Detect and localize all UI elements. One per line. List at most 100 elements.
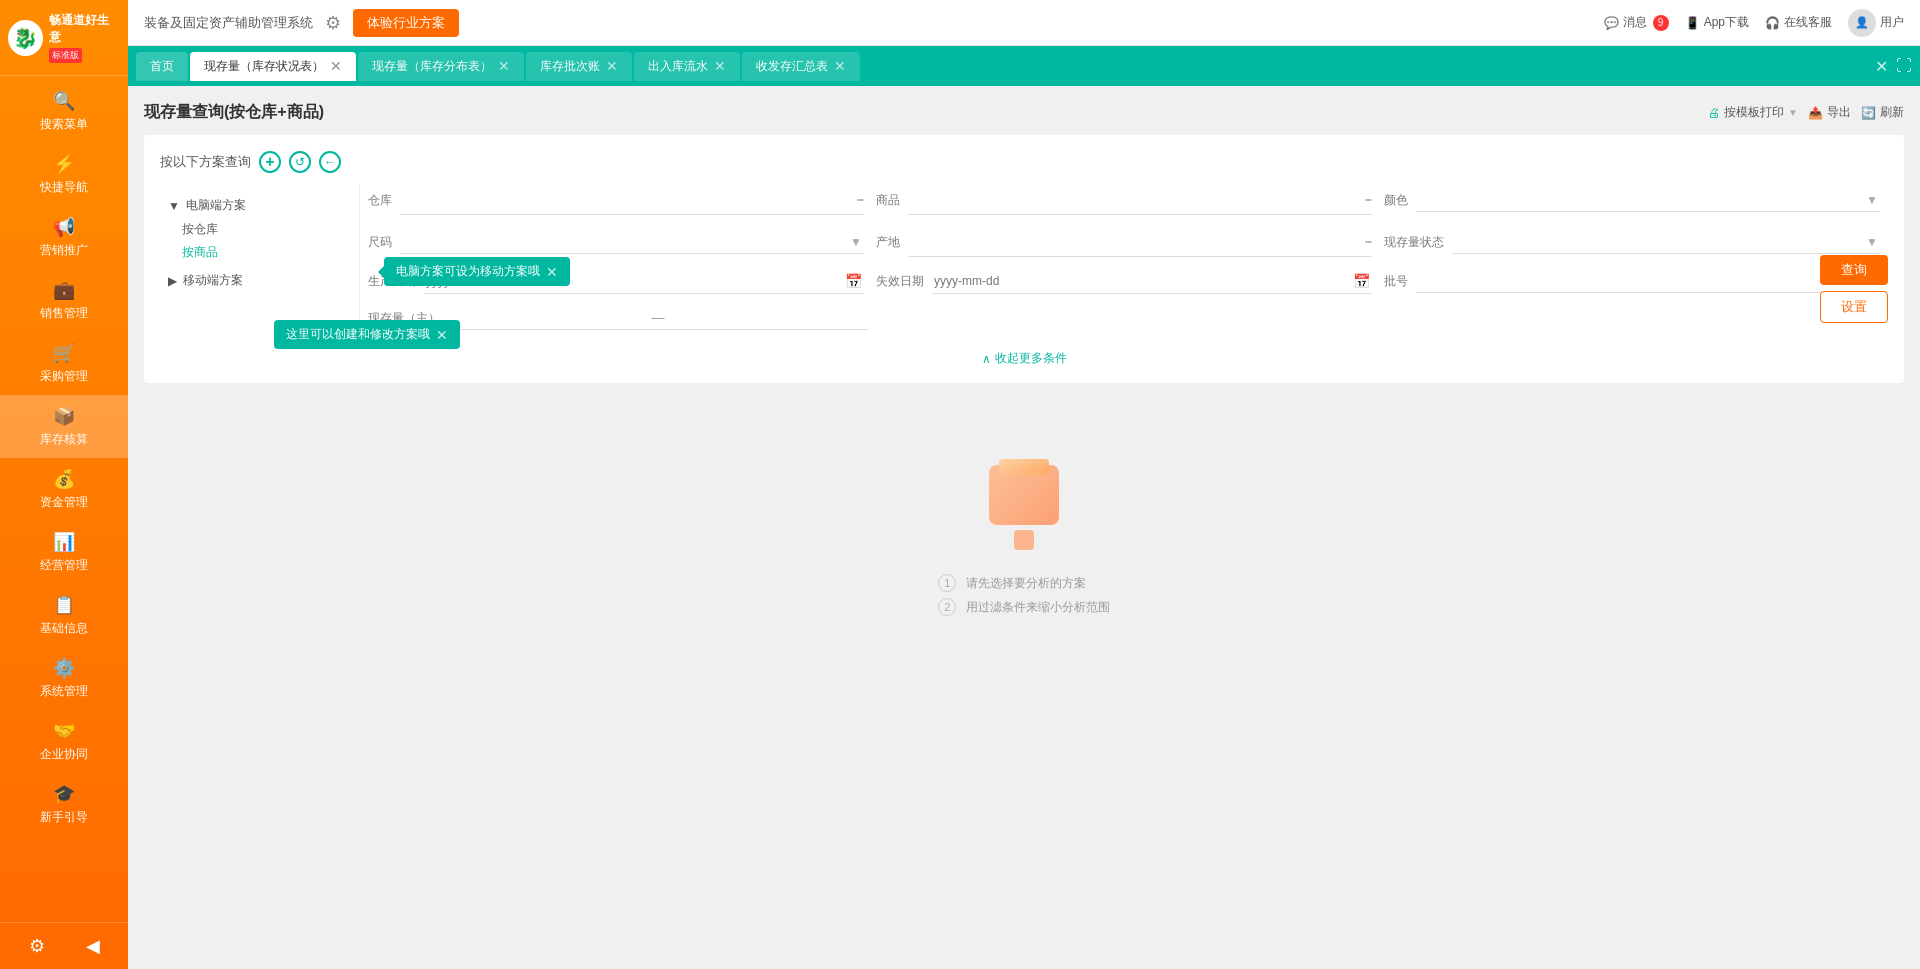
query-add-button[interactable]: + xyxy=(259,151,281,173)
box-detail xyxy=(1014,530,1034,550)
tab-inventory-dist-label: 现存量（库存分布表） xyxy=(372,58,492,75)
trial-button[interactable]: 体验行业方案 xyxy=(353,9,459,37)
tab-home[interactable]: 首页 xyxy=(136,52,188,81)
expire-date-label: 失效日期 xyxy=(876,273,924,290)
origin-label: 产地 xyxy=(876,234,900,251)
header-left: 装备及固定资产辅助管理系统 ⚙ 体验行业方案 xyxy=(144,9,459,37)
sidebar-item-guide-label: 新手引导 xyxy=(40,809,88,826)
sales-nav-icon: 💼 xyxy=(53,279,75,301)
message-icon: 💬 xyxy=(1604,16,1619,30)
print-action[interactable]: 🖨 按模板打印 ▼ xyxy=(1708,104,1798,121)
tab-inventory-dist[interactable]: 现存量（库存分布表） ✕ xyxy=(358,52,524,81)
main-area: 装备及固定资产辅助管理系统 ⚙ 体验行业方案 💬 消息 9 📱 App下载 🎧 … xyxy=(128,0,1920,969)
mobile-scheme-header[interactable]: ▶ 移动端方案 xyxy=(160,268,359,293)
goods-input[interactable] xyxy=(910,193,1364,207)
expire-date-input-wrapper[interactable]: 📅 xyxy=(932,269,1372,294)
app-download-action[interactable]: 📱 App下载 xyxy=(1685,14,1749,31)
sidebar-item-enterprise[interactable]: 🤝 企业协同 xyxy=(0,710,128,773)
produce-date-calendar-icon[interactable]: 📅 xyxy=(845,273,862,289)
sidebar-item-guide[interactable]: 🎓 新手引导 xyxy=(0,773,128,836)
tab-batch[interactable]: 库存批次账 ✕ xyxy=(526,52,632,81)
tab-inout[interactable]: 出入库流水 ✕ xyxy=(634,52,740,81)
sidebar-item-inventory[interactable]: 📦 库存核算 xyxy=(0,395,128,458)
tab-inventory-status[interactable]: 现存量（库存状况表） ✕ xyxy=(190,52,356,81)
expire-date-field: 失效日期 📅 xyxy=(876,269,1372,294)
scheme-item-warehouse[interactable]: 按仓库 xyxy=(160,218,359,241)
page-title: 现存量查询(按仓库+商品) xyxy=(144,102,324,123)
sidebar-item-inventory-label: 库存核算 xyxy=(40,431,88,448)
stock-status-select-wrapper[interactable]: ▼ xyxy=(1452,231,1880,254)
scheme-tooltip-close[interactable]: ✕ xyxy=(546,264,558,280)
settings-gear-icon[interactable]: ⚙ xyxy=(325,12,341,34)
tab-close-all-icon[interactable]: ✕ xyxy=(1875,57,1888,76)
scheme-tooltip-text: 电脑方案可设为移动方案哦 xyxy=(396,263,540,280)
sidebar-item-sales[interactable]: 💼 销售管理 xyxy=(0,269,128,332)
user-label: 用户 xyxy=(1880,14,1904,31)
goods-dots: ··· xyxy=(1364,189,1370,210)
inventory-nav-icon: 📦 xyxy=(53,405,75,427)
desktop-scheme-header[interactable]: ▼ 电脑端方案 xyxy=(160,193,359,218)
content-area: 现存量查询(按仓库+商品) 🖨 按模板打印 ▼ 📤 导出 🔄 刷新 xyxy=(128,86,1920,969)
sidebar-item-system[interactable]: ⚙️ 系统管理 xyxy=(0,647,128,710)
collapse-button[interactable]: ∧ 收起更多条件 xyxy=(160,350,1888,367)
marketing-nav-icon: 📢 xyxy=(53,216,75,238)
refresh-action[interactable]: 🔄 刷新 xyxy=(1861,104,1904,121)
tab-expand-icon[interactable]: ⛶ xyxy=(1896,57,1912,75)
sidebar-item-basic[interactable]: 📋 基础信息 xyxy=(0,584,128,647)
sidebar-item-purchase-label: 采购管理 xyxy=(40,368,88,385)
app-download-label: App下载 xyxy=(1704,14,1749,31)
user-action[interactable]: 👤 用户 xyxy=(1848,9,1904,37)
sidebar-item-marketing[interactable]: 📢 营销推广 xyxy=(0,206,128,269)
batch-input-wrapper[interactable] xyxy=(1416,270,1880,293)
batch-input[interactable] xyxy=(1418,274,1878,288)
inventory-min-input[interactable] xyxy=(450,311,646,325)
edit-tooltip-close[interactable]: ✕ xyxy=(436,327,448,343)
tab-batch-close[interactable]: ✕ xyxy=(606,59,618,73)
origin-dots: ··· xyxy=(1364,231,1370,252)
reset-button[interactable]: 设置 xyxy=(1820,291,1888,323)
query-buttons: 查询 设置 xyxy=(1820,255,1888,323)
search-button[interactable]: 查询 xyxy=(1820,255,1888,285)
operation-nav-icon: 📊 xyxy=(53,531,75,553)
sidebar-item-quick[interactable]: ⚡ 快捷导航 xyxy=(0,143,128,206)
color-select-wrapper[interactable]: ▼ xyxy=(1416,189,1880,212)
goods-input-wrapper[interactable]: ··· xyxy=(908,185,1372,215)
tab-inventory-dist-close[interactable]: ✕ xyxy=(498,59,510,73)
inventory-max-input[interactable] xyxy=(671,311,867,325)
sidebar-item-operation[interactable]: 📊 经营管理 xyxy=(0,521,128,584)
collapse-sidebar-icon[interactable]: ◀ xyxy=(86,935,100,957)
refresh-icon: 🔄 xyxy=(1861,106,1876,120)
expire-date-input[interactable] xyxy=(934,274,1353,288)
query-refresh-button[interactable]: ↺ xyxy=(289,151,311,173)
sidebar: 🐉 畅通道好生意 标准版 🔍 搜索菜单 ⚡ 快捷导航 📢 营销推广 💼 销售管理 xyxy=(0,0,128,969)
tab-collect-close[interactable]: ✕ xyxy=(834,59,846,73)
export-label: 导出 xyxy=(1827,104,1851,121)
desktop-scheme-group: ▼ 电脑端方案 按仓库 按商品 xyxy=(160,193,359,264)
sidebar-item-purchase[interactable]: 🛒 采购管理 xyxy=(0,332,128,395)
online-support-action[interactable]: 🎧 在线客服 xyxy=(1765,14,1832,31)
box-lid xyxy=(999,459,1049,475)
export-icon: 📤 xyxy=(1808,106,1823,120)
warehouse-input-wrapper[interactable]: ··· xyxy=(400,185,864,215)
warehouse-dots: ··· xyxy=(856,189,862,210)
query-back-button[interactable]: ← xyxy=(319,151,341,173)
headset-icon: 🎧 xyxy=(1765,16,1780,30)
size-select-wrapper[interactable]: ▼ xyxy=(400,231,864,254)
tab-collect[interactable]: 收发存汇总表 ✕ xyxy=(742,52,860,81)
settings-bottom-icon[interactable]: ⚙ xyxy=(29,935,45,957)
message-action[interactable]: 💬 消息 9 xyxy=(1604,14,1669,31)
inventory-range-wrapper[interactable]: — xyxy=(448,306,868,330)
tab-inventory-status-close[interactable]: ✕ xyxy=(330,59,342,73)
sidebar-item-basic-label: 基础信息 xyxy=(40,620,88,637)
scheme-item-goods[interactable]: 按商品 xyxy=(160,241,359,264)
warehouse-input[interactable] xyxy=(402,193,856,207)
origin-select-wrapper[interactable]: ··· xyxy=(908,227,1372,257)
tab-inout-close[interactable]: ✕ xyxy=(714,59,726,73)
sidebar-item-finance[interactable]: 💰 资金管理 xyxy=(0,458,128,521)
size-label: 尺码 xyxy=(368,234,392,251)
expire-date-calendar-icon[interactable]: 📅 xyxy=(1353,273,1370,289)
sidebar-item-search[interactable]: 🔍 搜索菜单 xyxy=(0,80,128,143)
export-action[interactable]: 📤 导出 xyxy=(1808,104,1851,121)
edit-tooltip: 这里可以创建和修改方案哦 ✕ xyxy=(274,320,460,349)
tab-inventory-status-label: 现存量（库存状况表） xyxy=(204,58,324,75)
